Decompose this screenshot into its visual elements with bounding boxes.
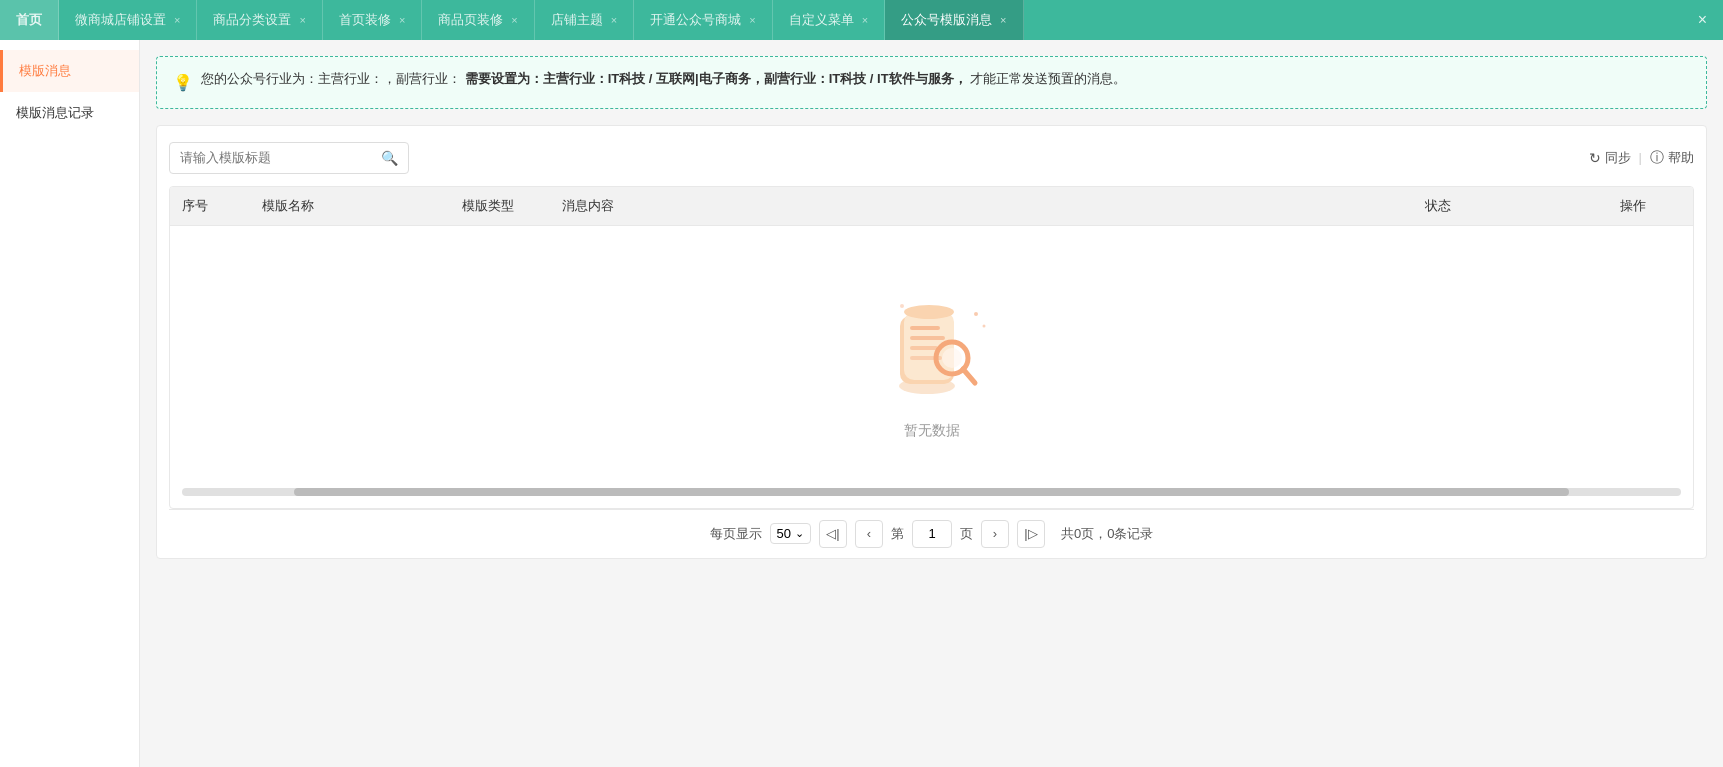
empty-state: 暂无数据 <box>170 226 1693 480</box>
next-page-button[interactable]: › <box>981 520 1009 548</box>
page-prefix: 第 <box>891 525 904 543</box>
search-icon[interactable]: 🔍 <box>381 150 398 166</box>
pagination: 每页显示 50 ⌄ ◁| ‹ 第 页 › |▷ <box>169 509 1694 558</box>
svg-rect-6 <box>910 346 938 350</box>
tab-custom-menu-close[interactable]: × <box>862 14 868 26</box>
tab-product-decor[interactable]: 商品页装修 × <box>422 0 534 40</box>
th-type: 模版类型 <box>450 187 550 225</box>
tab-home-decor-label: 首页装修 <box>339 11 391 29</box>
chevron-down-icon: ⌄ <box>795 527 804 540</box>
svg-line-10 <box>963 369 975 383</box>
page-suffix: 页 <box>960 525 973 543</box>
search-input[interactable] <box>180 150 375 165</box>
sidebar-item-template-label: 模版消息 <box>19 63 71 78</box>
search-input-wrap[interactable]: 🔍 <box>169 142 409 174</box>
svg-point-12 <box>982 324 985 327</box>
main-layout: 模版消息 模版消息记录 💡 您的公众号行业为：主营行业：，副营行业： 需要设置为… <box>0 40 1723 767</box>
tab-open-mall-close[interactable]: × <box>749 14 755 26</box>
tab-theme-label: 店铺主题 <box>551 11 603 29</box>
search-bar: 🔍 ↻ 同步 | ⓘ 帮助 <box>169 142 1694 174</box>
toolbar-divider: | <box>1639 150 1642 165</box>
help-label: 帮助 <box>1668 149 1694 167</box>
sidebar: 模版消息 模版消息记录 <box>0 40 140 767</box>
th-status: 状态 <box>1413 187 1573 225</box>
prev-page-icon: ‹ <box>867 526 871 541</box>
tab-product-decor-close[interactable]: × <box>511 14 517 26</box>
tab-home-decor[interactable]: 首页装修 × <box>323 0 422 40</box>
sync-label: 同步 <box>1605 149 1631 167</box>
empty-text: 暂无数据 <box>904 422 960 440</box>
close-all-button[interactable]: × <box>1682 0 1723 40</box>
th-action: 操作 <box>1573 187 1693 225</box>
tab-custom-menu-label: 自定义菜单 <box>789 11 854 29</box>
notice-highlight: 需要设置为：主营行业：IT科技 / 互联网|电子商务，副营行业：IT科技 / I… <box>465 71 967 86</box>
content-area: 💡 您的公众号行业为：主营行业：，副营行业： 需要设置为：主营行业：IT科技 /… <box>140 40 1723 767</box>
prev-page-button[interactable]: ‹ <box>855 520 883 548</box>
tab-home-label: 首页 <box>16 11 42 29</box>
tab-template-msg-close[interactable]: × <box>1000 14 1006 26</box>
per-page-select[interactable]: 50 ⌄ <box>770 523 811 544</box>
tab-template-msg-label: 公众号模版消息 <box>901 11 992 29</box>
tab-theme-close[interactable]: × <box>611 14 617 26</box>
tab-custom-menu[interactable]: 自定义菜单 × <box>773 0 885 40</box>
toolbar-right: ↻ 同步 | ⓘ 帮助 <box>1589 149 1694 167</box>
page-number-input[interactable] <box>912 520 952 548</box>
empty-illustration <box>872 286 992 406</box>
svg-rect-4 <box>910 326 940 330</box>
tab-category-close[interactable]: × <box>299 14 305 26</box>
tab-weshop[interactable]: 微商城店铺设置 × <box>59 0 197 40</box>
data-table: 序号 模版名称 模版类型 消息内容 状态 操作 <box>169 186 1694 509</box>
notice-suffix: 才能正常发送预置的消息。 <box>970 71 1126 86</box>
sync-icon: ↻ <box>1589 150 1601 166</box>
total-label: 共0页，0条记录 <box>1061 525 1153 543</box>
th-content: 消息内容 <box>550 187 1413 225</box>
svg-point-9 <box>942 348 962 368</box>
sidebar-item-template[interactable]: 模版消息 <box>0 50 139 92</box>
first-page-icon: ◁| <box>826 526 839 541</box>
notice-icon: 💡 <box>173 70 193 96</box>
th-name: 模版名称 <box>250 187 450 225</box>
tab-open-mall-label: 开通公众号商城 <box>650 11 741 29</box>
tab-weshop-label: 微商城店铺设置 <box>75 11 166 29</box>
last-page-icon: |▷ <box>1024 526 1037 541</box>
next-page-icon: › <box>993 526 997 541</box>
tab-product-decor-label: 商品页装修 <box>438 11 503 29</box>
tab-home-decor-close[interactable]: × <box>399 14 405 26</box>
sync-button[interactable]: ↻ 同步 <box>1589 149 1631 167</box>
notice-prefix: 您的公众号行业为：主营行业：，副营行业： <box>201 71 461 86</box>
svg-point-13 <box>900 304 904 308</box>
sidebar-item-template-log-label: 模版消息记录 <box>16 105 94 120</box>
tab-weshop-close[interactable]: × <box>174 14 180 26</box>
svg-point-11 <box>974 312 978 316</box>
tab-category-label: 商品分类设置 <box>213 11 291 29</box>
notice-text: 您的公众号行业为：主营行业：，副营行业： 需要设置为：主营行业：IT科技 / 互… <box>201 69 1126 90</box>
table-header: 序号 模版名称 模版类型 消息内容 状态 操作 <box>170 187 1693 226</box>
help-icon: ⓘ <box>1650 149 1664 167</box>
help-button[interactable]: ⓘ 帮助 <box>1650 149 1694 167</box>
last-page-button[interactable]: |▷ <box>1017 520 1045 548</box>
per-page-value: 50 <box>777 526 791 541</box>
tab-theme[interactable]: 店铺主题 × <box>535 0 634 40</box>
svg-point-3 <box>904 305 954 319</box>
tab-category[interactable]: 商品分类设置 × <box>197 0 322 40</box>
tab-bar: 首页 微商城店铺设置 × 商品分类设置 × 首页装修 × 商品页装修 × 店铺主… <box>0 0 1723 40</box>
tab-open-mall[interactable]: 开通公众号商城 × <box>634 0 772 40</box>
per-page-label: 每页显示 <box>710 525 762 543</box>
sidebar-item-template-log[interactable]: 模版消息记录 <box>0 92 139 134</box>
first-page-button[interactable]: ◁| <box>819 520 847 548</box>
svg-rect-5 <box>910 336 945 340</box>
notice-box: 💡 您的公众号行业为：主营行业：，副营行业： 需要设置为：主营行业：IT科技 /… <box>156 56 1707 109</box>
th-seq: 序号 <box>170 187 250 225</box>
tab-home[interactable]: 首页 <box>0 0 59 40</box>
tab-template-msg[interactable]: 公众号模版消息 × <box>885 0 1023 40</box>
horizontal-scrollbar[interactable] <box>182 488 1681 496</box>
